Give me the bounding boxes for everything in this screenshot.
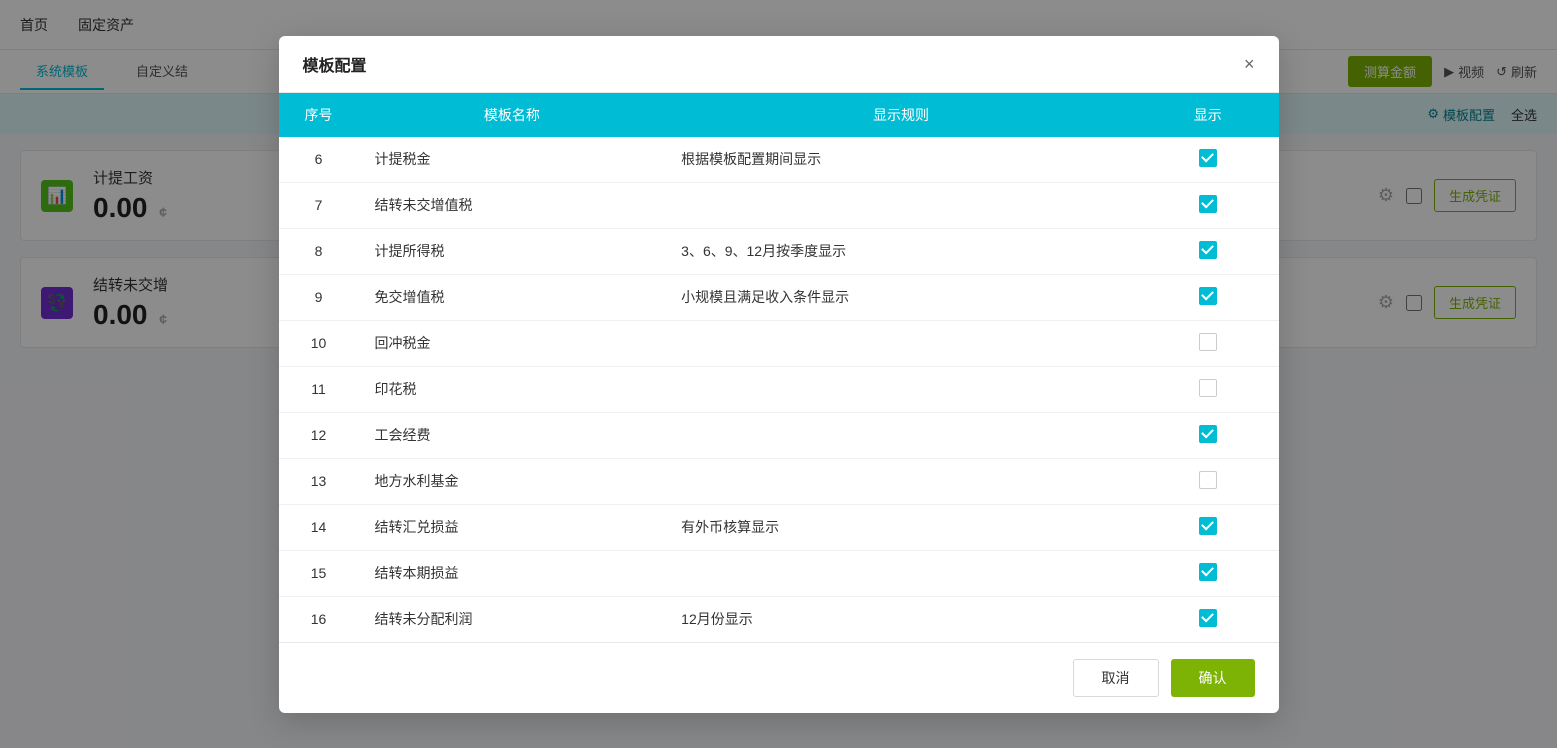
- cell-rule: 3、6、9、12月按季度显示: [665, 228, 1137, 274]
- dialog-close-button[interactable]: ×: [1244, 55, 1255, 73]
- table-row: 16结转未分配利润12月份显示: [279, 596, 1279, 642]
- cell-name: 免交增值税: [359, 274, 666, 320]
- cell-rule: 有外币核算显示: [665, 504, 1137, 550]
- cell-name: 工会经费: [359, 412, 666, 458]
- table-row: 14结转汇兑损益有外币核算显示: [279, 504, 1279, 550]
- cell-rule: 12月份显示: [665, 596, 1137, 642]
- col-header-name: 模板名称: [359, 93, 666, 137]
- dialog-header: 模板配置 ×: [279, 36, 1279, 93]
- cell-id: 9: [279, 274, 359, 320]
- row-checkbox[interactable]: [1199, 517, 1217, 535]
- cell-id: 6: [279, 137, 359, 183]
- cell-id: 10: [279, 320, 359, 366]
- dialog-footer: 取消 确认: [279, 642, 1279, 713]
- cell-id: 8: [279, 228, 359, 274]
- table-body: 6计提税金根据模板配置期间显示7结转未交增值税8计提所得税3、6、9、12月按季…: [279, 137, 1279, 642]
- cell-id: 15: [279, 550, 359, 596]
- cell-check: [1137, 228, 1279, 274]
- table-row: 11印花税: [279, 366, 1279, 412]
- row-checkbox[interactable]: [1199, 609, 1217, 627]
- row-checkbox[interactable]: [1199, 149, 1217, 167]
- cell-id: 12: [279, 412, 359, 458]
- cell-rule: 小规模且满足收入条件显示: [665, 274, 1137, 320]
- row-checkbox[interactable]: [1199, 333, 1217, 351]
- dialog-body: 序号 模板名称 显示规则 显示 6计提税金根据模板配置期间显示7结转未交增值税8…: [279, 93, 1279, 642]
- cell-check: [1137, 137, 1279, 183]
- template-config-dialog: 模板配置 × 序号 模板名称 显示规则 显示 6计提税金根据模板配置期间显示7结…: [279, 36, 1279, 713]
- cell-rule: [665, 550, 1137, 596]
- table-row: 15结转本期损益: [279, 550, 1279, 596]
- cell-name: 计提税金: [359, 137, 666, 183]
- table-row: 13地方水利基金: [279, 458, 1279, 504]
- cell-name: 计提所得税: [359, 228, 666, 274]
- table-row: 7结转未交增值税: [279, 182, 1279, 228]
- cell-id: 11: [279, 366, 359, 412]
- cell-check: [1137, 412, 1279, 458]
- cell-name: 回冲税金: [359, 320, 666, 366]
- row-checkbox[interactable]: [1199, 471, 1217, 489]
- cell-id: 13: [279, 458, 359, 504]
- cell-check: [1137, 458, 1279, 504]
- cell-check: [1137, 596, 1279, 642]
- dialog-title: 模板配置: [303, 52, 367, 76]
- cell-check: [1137, 182, 1279, 228]
- row-checkbox[interactable]: [1199, 563, 1217, 581]
- col-header-id: 序号: [279, 93, 359, 137]
- row-checkbox[interactable]: [1199, 379, 1217, 397]
- cell-check: [1137, 504, 1279, 550]
- cell-name: 地方水利基金: [359, 458, 666, 504]
- cell-rule: [665, 366, 1137, 412]
- table-row: 6计提税金根据模板配置期间显示: [279, 137, 1279, 183]
- cell-check: [1137, 320, 1279, 366]
- table-row: 9免交增值税小规模且满足收入条件显示: [279, 274, 1279, 320]
- modal-overlay: 模板配置 × 序号 模板名称 显示规则 显示 6计提税金根据模板配置期间显示7结…: [0, 0, 1557, 748]
- row-checkbox[interactable]: [1199, 425, 1217, 443]
- col-header-show: 显示: [1137, 93, 1279, 137]
- cell-name: 印花税: [359, 366, 666, 412]
- row-checkbox[interactable]: [1199, 287, 1217, 305]
- cell-rule: [665, 182, 1137, 228]
- cell-rule: [665, 458, 1137, 504]
- table-header: 序号 模板名称 显示规则 显示: [279, 93, 1279, 137]
- cell-name: 结转本期损益: [359, 550, 666, 596]
- row-checkbox[interactable]: [1199, 195, 1217, 213]
- cell-name: 结转未交增值税: [359, 182, 666, 228]
- cell-id: 7: [279, 182, 359, 228]
- cell-id: 16: [279, 596, 359, 642]
- cell-rule: [665, 320, 1137, 366]
- cell-name: 结转汇兑损益: [359, 504, 666, 550]
- cancel-button[interactable]: 取消: [1073, 659, 1159, 697]
- table-row: 12工会经费: [279, 412, 1279, 458]
- table-row: 8计提所得税3、6、9、12月按季度显示: [279, 228, 1279, 274]
- cell-rule: 根据模板配置期间显示: [665, 137, 1137, 183]
- cell-name: 结转未分配利润: [359, 596, 666, 642]
- config-table: 序号 模板名称 显示规则 显示 6计提税金根据模板配置期间显示7结转未交增值税8…: [279, 93, 1279, 642]
- col-header-rule: 显示规则: [665, 93, 1137, 137]
- cell-rule: [665, 412, 1137, 458]
- cell-check: [1137, 274, 1279, 320]
- row-checkbox[interactable]: [1199, 241, 1217, 259]
- cell-check: [1137, 366, 1279, 412]
- cell-check: [1137, 550, 1279, 596]
- table-row: 10回冲税金: [279, 320, 1279, 366]
- cell-id: 14: [279, 504, 359, 550]
- confirm-button[interactable]: 确认: [1171, 659, 1255, 697]
